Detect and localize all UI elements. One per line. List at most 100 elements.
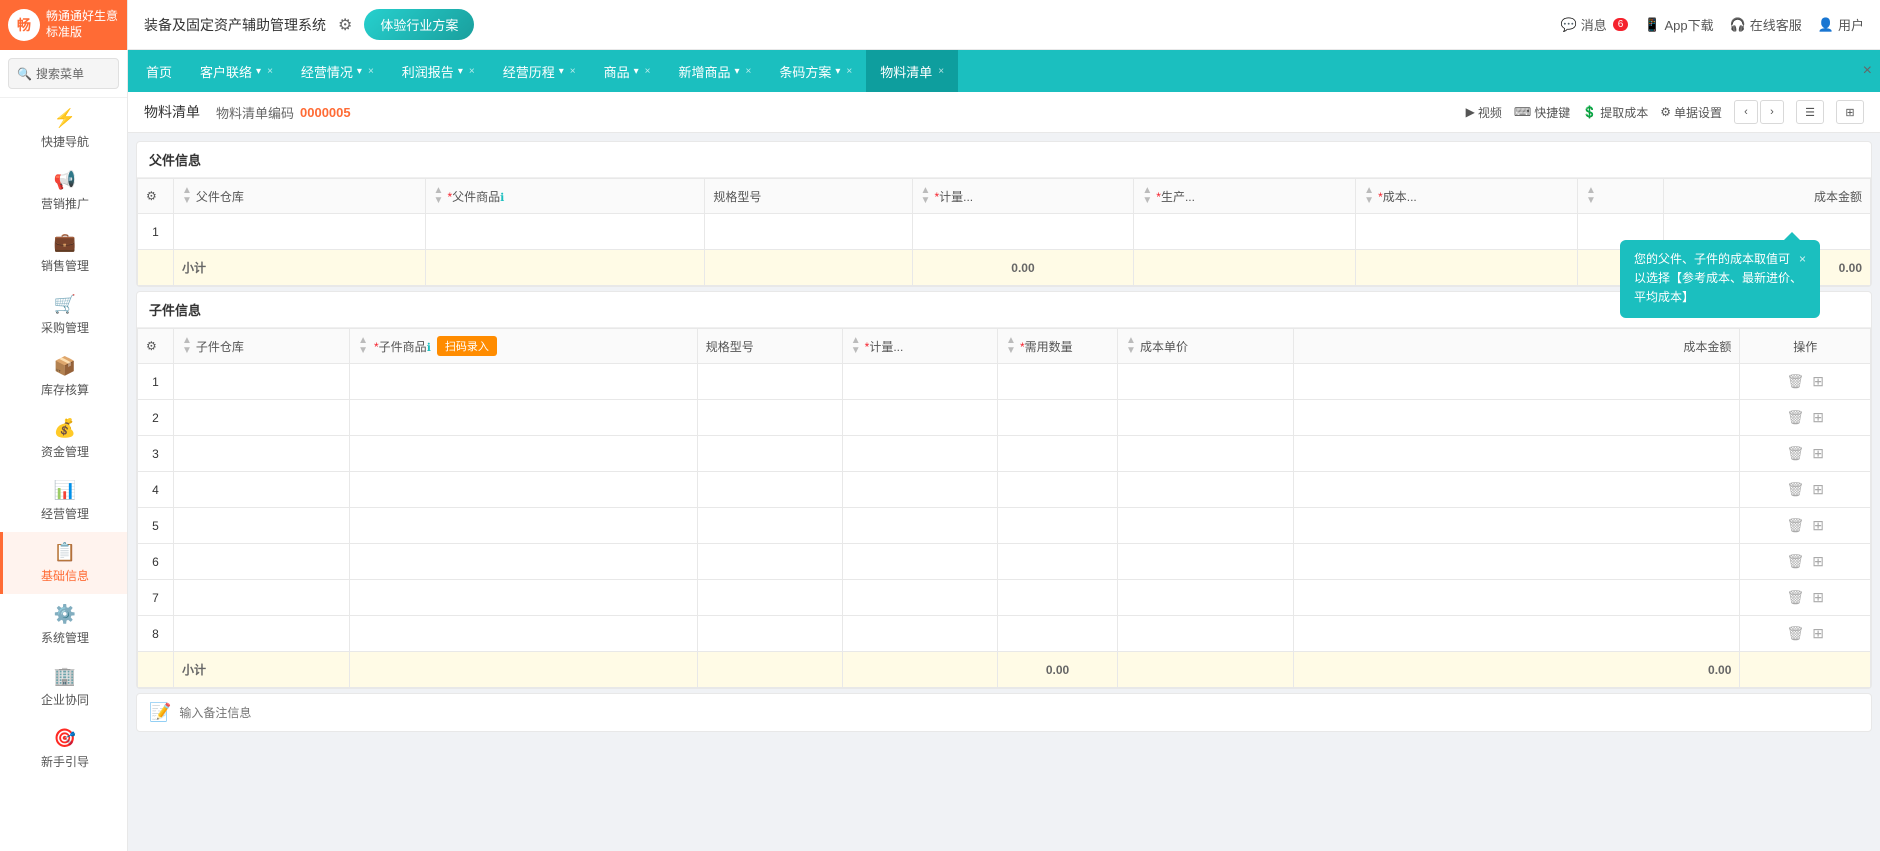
child-spec-cell[interactable] [697, 508, 842, 544]
child-spec-cell[interactable] [697, 364, 842, 400]
child-qty-cell[interactable] [998, 580, 1118, 616]
child-qty-cell[interactable] [998, 616, 1118, 652]
message-button[interactable]: 💬 消息 6 [1561, 15, 1629, 34]
child-qty-cell[interactable] [998, 472, 1118, 508]
child-unit-cost-cell[interactable] [1118, 508, 1294, 544]
shortcut-button[interactable]: ⌨ 快捷键 [1514, 104, 1570, 121]
child-spec-cell[interactable] [697, 544, 842, 580]
tab-close-icon[interactable]: × [645, 66, 651, 77]
child-unit-cost-cell[interactable] [1118, 616, 1294, 652]
child-warehouse-cell[interactable] [174, 364, 350, 400]
sidebar-item-basic[interactable]: 📋 基础信息 [0, 532, 127, 594]
sidebar-item-finance[interactable]: 💰 资金管理 [0, 408, 127, 470]
delete-row-button[interactable]: 🗑 [1784, 371, 1806, 392]
child-warehouse-cell[interactable] [174, 436, 350, 472]
copy-row-button[interactable]: ⊞ [1810, 407, 1826, 428]
child-unit-cost-cell[interactable] [1118, 364, 1294, 400]
child-warehouse-cell[interactable] [174, 616, 350, 652]
sidebar-item-quick-nav[interactable]: ⚡ 快捷导航 [0, 98, 127, 160]
child-unit-cell[interactable] [842, 436, 997, 472]
delete-row-button[interactable]: 🗑 [1784, 551, 1806, 572]
child-warehouse-cell[interactable] [174, 508, 350, 544]
copy-row-button[interactable]: ⊞ [1810, 587, 1826, 608]
copy-row-button[interactable]: ⊞ [1810, 623, 1826, 644]
child-warehouse-cell[interactable] [174, 400, 350, 436]
delete-row-button[interactable]: 🗑 [1784, 515, 1806, 536]
tab-close-icon[interactable]: × [368, 66, 374, 77]
scan-input-button[interactable]: 扫码录入 [437, 336, 497, 356]
copy-row-button[interactable]: ⊞ [1810, 371, 1826, 392]
single-settings-button[interactable]: ⚙ 单据设置 [1660, 104, 1722, 121]
child-goods-cell[interactable] [350, 580, 698, 616]
tab-home[interactable]: 首页 [132, 50, 186, 92]
parent-goods-cell[interactable] [425, 214, 705, 250]
child-unit-cell[interactable] [842, 364, 997, 400]
delete-row-button[interactable]: 🗑 [1784, 479, 1806, 500]
child-spec-cell[interactable] [697, 400, 842, 436]
sidebar-item-enterprise[interactable]: 🏢 企业协同 [0, 656, 127, 718]
note-input[interactable] [179, 706, 1859, 720]
view-video-button[interactable]: ▶ 视频 [1466, 104, 1502, 121]
child-unit-cost-cell[interactable] [1118, 580, 1294, 616]
delete-row-button[interactable]: 🗑 [1784, 407, 1806, 428]
tab-close-icon[interactable]: × [267, 66, 273, 77]
delete-row-button[interactable]: 🗑 [1784, 587, 1806, 608]
prev-button[interactable]: ‹ [1734, 100, 1758, 124]
tab-close-icon[interactable]: × [846, 66, 852, 77]
child-unit-cost-cell[interactable] [1118, 436, 1294, 472]
child-goods-cell[interactable] [350, 544, 698, 580]
child-goods-cell[interactable] [350, 472, 698, 508]
child-unit-cell[interactable] [842, 472, 997, 508]
next-button[interactable]: › [1760, 100, 1784, 124]
child-spec-cell[interactable] [697, 472, 842, 508]
child-qty-cell[interactable] [998, 400, 1118, 436]
tab-close-icon[interactable]: × [746, 66, 752, 77]
copy-row-button[interactable]: ⊞ [1810, 443, 1826, 464]
app-download-button[interactable]: 📱 App下载 [1644, 15, 1713, 34]
form-view-button[interactable]: ⊞ [1836, 100, 1864, 124]
tab-barcode[interactable]: 条码方案 ▾ × [765, 50, 866, 92]
copy-row-button[interactable]: ⊞ [1810, 479, 1826, 500]
tab-new-goods[interactable]: 新增商品 ▾ × [664, 50, 765, 92]
sidebar-item-system[interactable]: ⚙️ 系统管理 [0, 594, 127, 656]
parent-warehouse-cell[interactable] [174, 214, 426, 250]
tab-history[interactable]: 经营历程 ▾ × [489, 50, 590, 92]
child-goods-cell[interactable] [350, 508, 698, 544]
copy-row-button[interactable]: ⊞ [1810, 551, 1826, 572]
parent-spec-cell[interactable] [705, 214, 912, 250]
parent-col-settings[interactable]: ⚙ [138, 179, 174, 214]
child-spec-cell[interactable] [697, 436, 842, 472]
list-view-button[interactable]: ☰ [1796, 100, 1824, 124]
child-qty-cell[interactable] [998, 364, 1118, 400]
search-menu-button[interactable]: 🔍 搜索菜单 [8, 58, 119, 89]
child-spec-cell[interactable] [697, 580, 842, 616]
sidebar-item-inventory[interactable]: 📦 库存核算 [0, 346, 127, 408]
parent-cost-cell[interactable] [1356, 214, 1578, 250]
child-goods-cell[interactable] [350, 400, 698, 436]
copy-row-button[interactable]: ⊞ [1810, 515, 1826, 536]
child-unit-cell[interactable] [842, 400, 997, 436]
sidebar-item-purchase[interactable]: 🛒 采购管理 [0, 284, 127, 346]
tab-profit[interactable]: 利润报告 ▾ × [388, 50, 489, 92]
child-col-settings[interactable]: ⚙ [138, 329, 174, 364]
trial-button[interactable]: 体验行业方案 [364, 9, 474, 40]
child-qty-cell[interactable] [998, 436, 1118, 472]
online-service-button[interactable]: 🎧 在线客服 [1730, 15, 1802, 34]
child-goods-cell[interactable] [350, 364, 698, 400]
child-unit-cell[interactable] [842, 616, 997, 652]
delete-row-button[interactable]: 🗑 [1784, 443, 1806, 464]
child-unit-cost-cell[interactable] [1118, 400, 1294, 436]
child-warehouse-cell[interactable] [174, 472, 350, 508]
tab-close-icon[interactable]: × [570, 66, 576, 77]
tab-close-icon[interactable]: × [469, 66, 475, 77]
parent-unit-cell[interactable] [912, 214, 1134, 250]
child-unit-cell[interactable] [842, 508, 997, 544]
sidebar-item-marketing[interactable]: 📢 营销推广 [0, 160, 127, 222]
child-qty-cell[interactable] [998, 544, 1118, 580]
close-all-tabs-button[interactable]: × [1859, 60, 1876, 82]
child-unit-cost-cell[interactable] [1118, 544, 1294, 580]
sidebar-item-operation[interactable]: 📊 经营管理 [0, 470, 127, 532]
sidebar-item-sales[interactable]: 💼 销售管理 [0, 222, 127, 284]
get-cost-button[interactable]: 💲 提取成本 [1582, 104, 1648, 121]
user-menu-button[interactable]: 👤 用户 [1818, 15, 1864, 34]
